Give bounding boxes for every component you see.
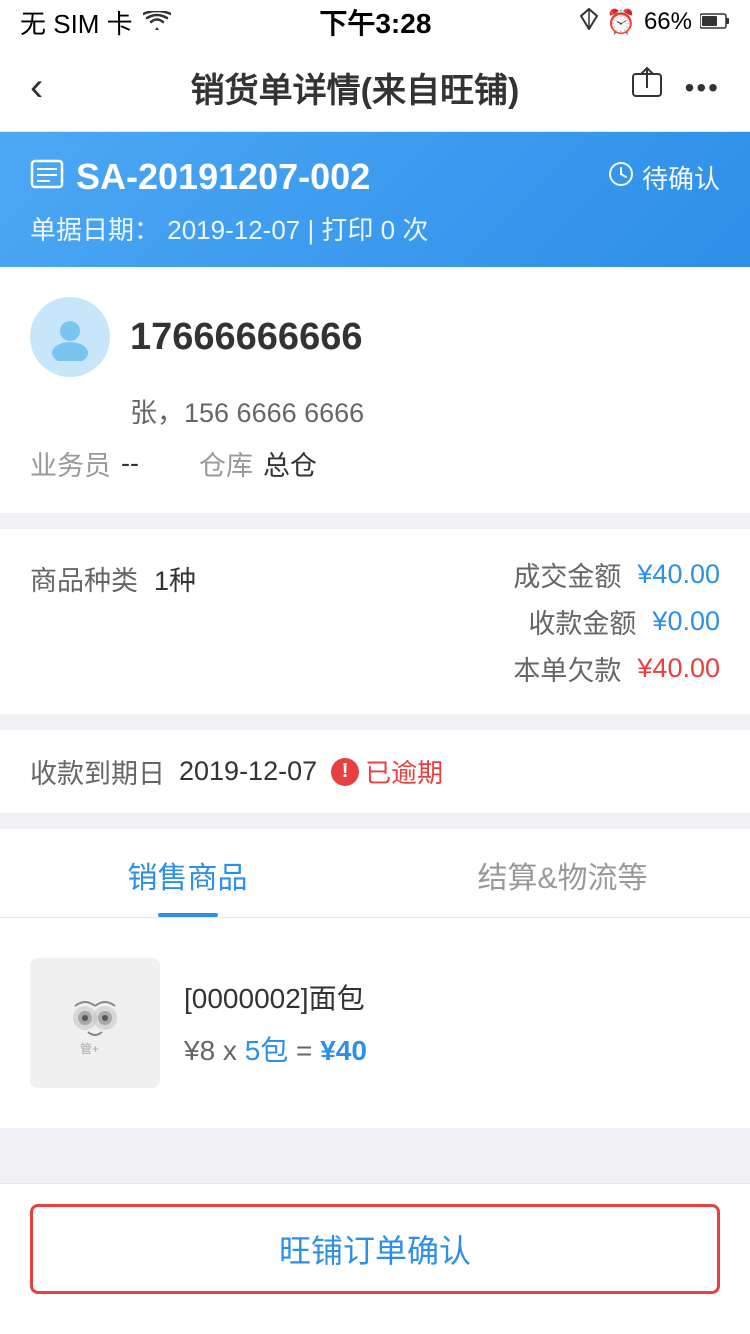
- tab-settlement-label: 结算&物流等: [477, 862, 647, 895]
- overdue-text: 已逾期: [365, 753, 443, 790]
- date-label: 单据日期：: [30, 215, 160, 245]
- product-eq-sign: =: [288, 1035, 320, 1066]
- product-list: 管+ [0000002]面包 ¥8 x 5包 = ¥40: [0, 918, 750, 1128]
- back-button[interactable]: ‹: [30, 65, 90, 110]
- battery-icon: [700, 8, 730, 36]
- owed-row: 本单欠款 ¥40.00: [513, 649, 720, 688]
- overdue-badge: ! 已逾期: [331, 753, 443, 790]
- tabs-section: 销售商品 结算&物流等 管+: [0, 829, 750, 1128]
- status-right: ⏰ 66%: [580, 8, 730, 37]
- order-header: SA-20191207-002 待确认 单据日期： 2019-12-07 | 打…: [0, 132, 750, 267]
- due-date-section: 收款到期日 2019-12-07 ! 已逾期: [0, 730, 750, 813]
- sales-label: 业务员: [30, 444, 111, 483]
- product-price-text: ¥8 x: [184, 1035, 245, 1066]
- status-bar: 无 SIM 卡 下午3:28 ⏰ 66%: [0, 0, 750, 44]
- warehouse-meta: 仓库 总仓: [199, 444, 317, 483]
- status-clock-icon: [608, 161, 634, 194]
- summary-section: 商品种类 1种 成交金额 ¥40.00 收款金额 ¥0.00 本单欠款 ¥40.…: [0, 529, 750, 714]
- tab-sales-products[interactable]: 销售商品: [0, 829, 375, 917]
- share-icon[interactable]: [629, 66, 665, 109]
- received-row: 收款金额 ¥0.00: [528, 602, 720, 641]
- tab-settlement[interactable]: 结算&物流等: [375, 829, 750, 917]
- product-item: 管+ [0000002]面包 ¥8 x 5包 = ¥40: [30, 938, 720, 1108]
- order-number: SA-20191207-002: [76, 156, 370, 198]
- customer-name: 张，156 6666 6666: [30, 391, 720, 430]
- tabs-bar: 销售商品 结算&物流等: [0, 829, 750, 918]
- product-info: [0000002]面包 ¥8 x 5包 = ¥40: [184, 977, 720, 1069]
- page-title: 销货单详情(来自旺铺): [90, 63, 620, 112]
- amount-info: 成交金额 ¥40.00 收款金额 ¥0.00 本单欠款 ¥40.00: [513, 555, 720, 688]
- warehouse-value: 总仓: [263, 444, 317, 483]
- order-icon: [30, 156, 64, 198]
- tab-sales-label: 销售商品: [128, 862, 248, 895]
- wifi-icon: [143, 7, 171, 38]
- sales-meta: 业务员 --: [30, 444, 139, 483]
- alarm-icon: ⏰: [606, 8, 636, 37]
- received-label: 收款金额: [528, 602, 636, 641]
- product-total: ¥40: [320, 1035, 367, 1066]
- nav-actions: •••: [620, 66, 720, 109]
- owed-label: 本单欠款: [513, 649, 621, 688]
- due-date-label: 收款到期日: [30, 752, 165, 791]
- more-icon[interactable]: •••: [685, 72, 720, 104]
- status-time: 下午3:28: [319, 2, 431, 42]
- received-value: ¥0.00: [652, 606, 720, 637]
- nav-bar: ‹ 销货单详情(来自旺铺) •••: [0, 44, 750, 132]
- customer-phone: 17666666666: [130, 316, 362, 359]
- confirm-order-button[interactable]: 旺铺订单确认: [30, 1204, 720, 1294]
- product-type-label: 商品种类: [30, 559, 138, 598]
- print-info: | 打印 0 次: [307, 215, 428, 245]
- battery-label: 66%: [644, 8, 692, 36]
- order-date-row: 单据日期： 2019-12-07 | 打印 0 次: [30, 210, 720, 247]
- due-date-value: 2019-12-07: [179, 756, 317, 787]
- customer-avatar: [30, 297, 110, 377]
- product-price-row: ¥8 x 5包 = ¥40: [184, 1029, 720, 1069]
- product-type-info: 商品种类 1种: [30, 555, 196, 598]
- deal-amount-label: 成交金额: [513, 555, 621, 594]
- deal-amount-row: 成交金额 ¥40.00: [513, 555, 720, 594]
- bottom-bar: 旺铺订单确认: [0, 1183, 750, 1334]
- status-left: 无 SIM 卡: [20, 4, 171, 41]
- product-type-value: 1种: [154, 559, 196, 598]
- status-text: 待确认: [642, 159, 720, 196]
- owed-value: ¥40.00: [637, 653, 720, 684]
- customer-meta: 业务员 -- 仓库 总仓: [30, 444, 720, 483]
- date-value: 2019-12-07: [167, 215, 300, 245]
- svg-text:管+: 管+: [80, 1041, 99, 1056]
- product-qty: 5包: [245, 1035, 289, 1066]
- sales-value: --: [121, 448, 139, 479]
- warehouse-label: 仓库: [199, 444, 253, 483]
- overdue-icon: !: [331, 758, 359, 786]
- deal-amount-value: ¥40.00: [637, 559, 720, 590]
- product-name: [0000002]面包: [184, 977, 720, 1017]
- customer-section: 17666666666 张，156 6666 6666 业务员 -- 仓库 总仓: [0, 267, 750, 513]
- carrier-label: 无 SIM 卡: [20, 4, 133, 41]
- product-thumbnail: 管+: [30, 958, 160, 1088]
- order-id-section: SA-20191207-002: [30, 156, 370, 198]
- order-status: 待确认: [608, 159, 720, 196]
- location-icon: [580, 8, 598, 37]
